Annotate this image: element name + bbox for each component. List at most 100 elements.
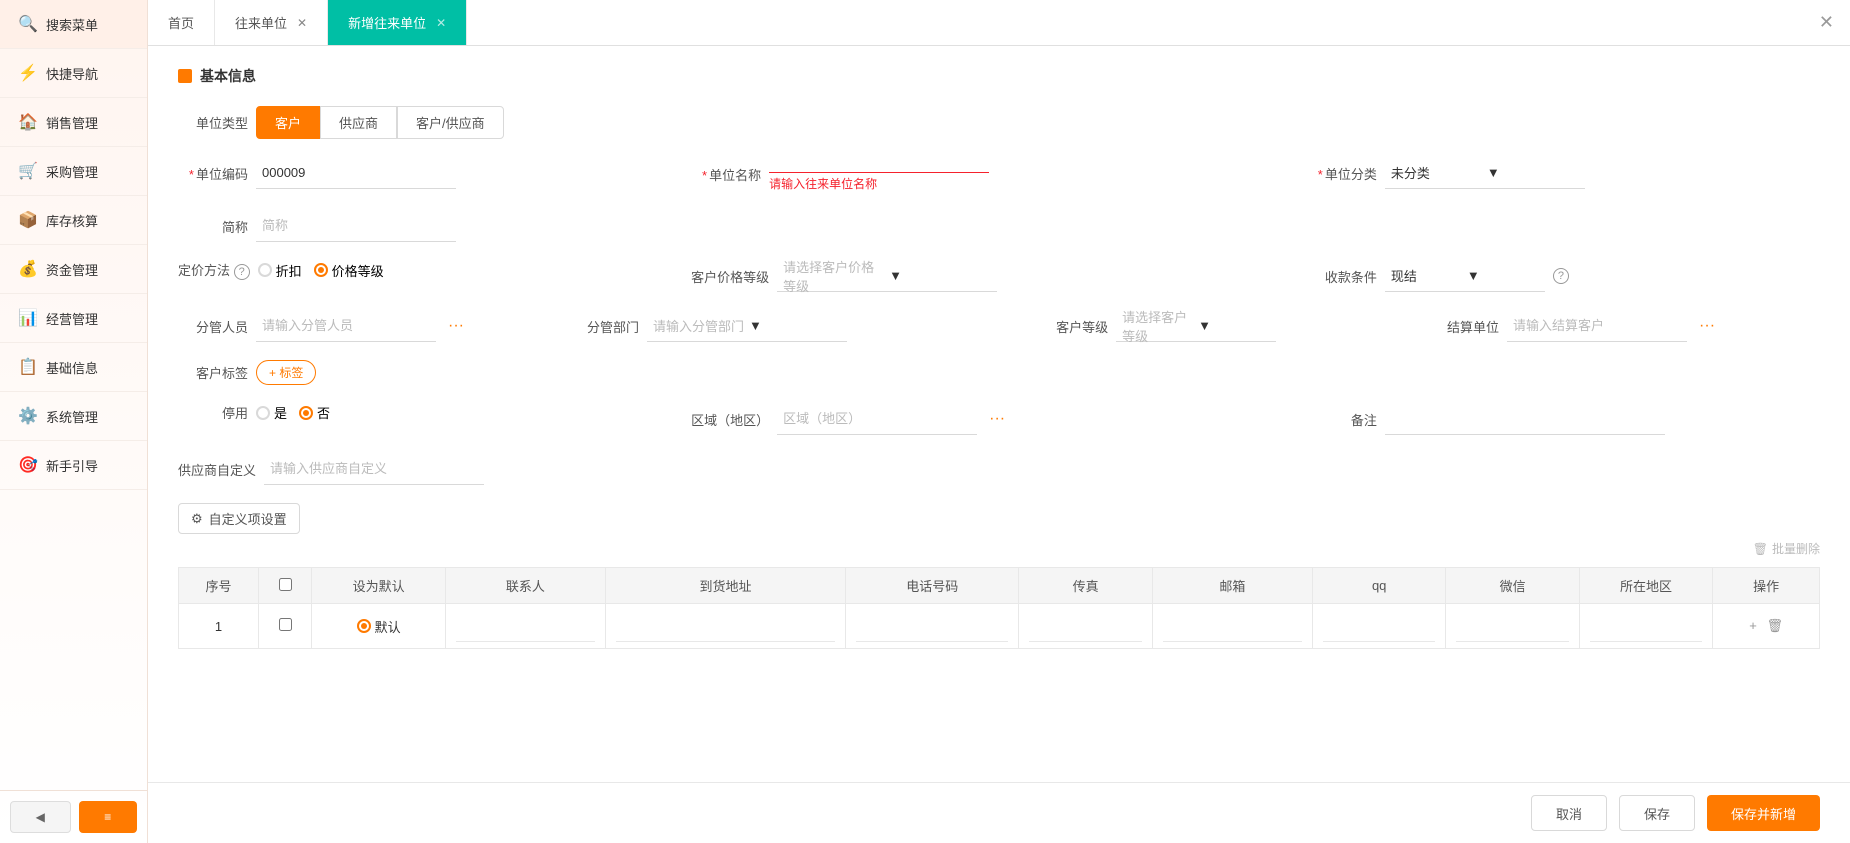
unit-category-label: *单位分类 — [1307, 164, 1377, 183]
section-title: 基本信息 — [200, 66, 256, 86]
pricing-help-icon[interactable]: ? — [234, 264, 250, 280]
search-icon: 🔍 — [18, 14, 38, 34]
main-area: 首页 往来单位 ✕ 新增往来单位 ✕ ✕ 基本信息 单位类型 客户 供应商 客户… — [148, 0, 1850, 843]
sidebar-item-basic-info[interactable]: 📋 基础信息 — [0, 343, 147, 392]
department-select[interactable]: 请输入分管部门 ▼ — [647, 310, 847, 342]
unit-name-input[interactable] — [769, 157, 989, 173]
tab-new-partner-close[interactable]: ✕ — [436, 16, 446, 30]
unit-code-input[interactable] — [256, 157, 456, 189]
customer-tag-row: 客户标签 + 标签 — [178, 360, 1820, 385]
tab-home[interactable]: 首页 — [148, 0, 215, 45]
qq-input[interactable] — [1323, 610, 1435, 642]
add-row-btn[interactable]: + — [1749, 618, 1757, 633]
disabled-field: 停用 是 否 — [178, 403, 691, 422]
customer-price-label: 客户价格等级 — [691, 267, 769, 286]
row-checkbox[interactable] — [279, 618, 292, 631]
contact-input[interactable] — [456, 610, 595, 642]
delete-row-btn[interactable]: 🗑 — [1766, 618, 1783, 633]
section-icon — [178, 69, 192, 83]
customer-level-select[interactable]: 请选择客户等级 ▼ — [1116, 310, 1276, 342]
department-chevron: ▼ — [749, 318, 841, 333]
type-btn-both[interactable]: 客户/供应商 — [397, 106, 504, 139]
remarks-input[interactable] — [1385, 403, 1665, 435]
purchase-icon: 🛒 — [18, 161, 38, 181]
disabled-no-radio[interactable]: 否 — [299, 403, 330, 422]
sidebar-collapse-btn[interactable]: ◀ — [10, 801, 71, 833]
cell-address — [605, 604, 845, 649]
address-input[interactable] — [616, 610, 835, 642]
sidebar-expand-btn[interactable]: ≡ — [79, 801, 138, 833]
customer-level-label: 客户等级 — [1038, 317, 1108, 336]
region-label: 区域（地区） — [691, 410, 769, 429]
sidebar-item-quick-nav[interactable]: ⚡ 快捷导航 — [0, 49, 147, 98]
window-close-btn[interactable]: ✕ — [1803, 12, 1850, 33]
settlement-unit-input[interactable] — [1507, 310, 1687, 342]
customer-price-select[interactable]: 请选择客户价格等级 ▼ — [777, 260, 997, 292]
email-input[interactable] — [1163, 610, 1302, 642]
cell-wechat — [1446, 604, 1579, 649]
quick-nav-icon: ⚡ — [18, 63, 38, 83]
short-name-label: 简称 — [178, 217, 248, 236]
batch-delete-label[interactable]: 批量删除 — [1772, 540, 1820, 557]
unit-category-select[interactable]: 未分类 ▼ — [1385, 157, 1585, 189]
region-more-btn[interactable]: ··· — [985, 410, 1009, 428]
default-radio[interactable]: 默认 — [322, 617, 434, 636]
sidebar-item-operations[interactable]: 📊 经营管理 — [0, 294, 147, 343]
settlement-unit-field: 结算单位 ··· — [1429, 310, 1820, 342]
region-input[interactable] — [777, 403, 977, 435]
customer-price-chevron: ▼ — [889, 268, 991, 283]
batch-delete-icon: 🗑 — [1753, 542, 1768, 556]
col-qq: qq — [1312, 568, 1445, 604]
col-address: 到货地址 — [605, 568, 845, 604]
sidebar-item-guide[interactable]: 🎯 新手引导 — [0, 441, 147, 490]
type-btn-supplier[interactable]: 供应商 — [320, 106, 397, 139]
tab-new-partner[interactable]: 新增往来单位 ✕ — [328, 0, 467, 45]
phone-input[interactable] — [856, 610, 1008, 642]
manager-label: 分管人员 — [178, 317, 248, 336]
pricing-level-radio[interactable]: 价格等级 — [314, 261, 384, 280]
col-seq: 序号 — [179, 568, 259, 604]
manager-more-btn[interactable]: ··· — [444, 317, 468, 335]
wechat-input[interactable] — [1456, 610, 1568, 642]
contacts-table: 序号 设为默认 联系人 到货地址 电话号码 传真 邮箱 qq 微信 所在地区 操… — [178, 567, 1820, 649]
supplier-custom-label: 供应商自定义 — [178, 460, 256, 479]
custom-settings-btn[interactable]: ⚙ 自定义项设置 — [178, 503, 300, 534]
select-all-checkbox[interactable] — [279, 578, 292, 591]
save-button[interactable]: 保存 — [1619, 795, 1695, 831]
payment-terms-select[interactable]: 现结 ▼ — [1385, 260, 1545, 292]
type-btn-customer[interactable]: 客户 — [256, 106, 320, 139]
sidebar-item-search[interactable]: 🔍 搜索菜单 — [0, 0, 147, 49]
fax-input[interactable] — [1029, 610, 1141, 642]
sidebar-item-inventory[interactable]: 📦 库存核算 — [0, 196, 147, 245]
sales-icon: 🏠 — [18, 112, 38, 132]
unit-name-error: 请输入往来单位名称 — [769, 175, 1307, 192]
unit-code-field: *单位编码 — [178, 157, 691, 189]
disabled-yes-radio[interactable]: 是 — [256, 403, 287, 422]
supplier-custom-input[interactable] — [264, 453, 484, 485]
add-tag-btn[interactable]: + 标签 — [256, 360, 316, 385]
col-checkbox — [259, 568, 312, 604]
yes-radio-circle — [256, 406, 270, 420]
unit-name-label: *单位名称 — [691, 165, 761, 184]
tab-partners[interactable]: 往来单位 ✕ — [215, 0, 328, 45]
code-name-category-row: *单位编码 *单位名称 请输入往来单位名称 *单位分类 未分类 — [178, 157, 1820, 192]
pricing-discount-radio[interactable]: 折扣 — [258, 261, 302, 280]
manager-input[interactable] — [256, 310, 436, 342]
sidebar-item-system[interactable]: ⚙️ 系统管理 — [0, 392, 147, 441]
sidebar-item-finance[interactable]: 💰 资金管理 — [0, 245, 147, 294]
sidebar-item-purchase[interactable]: 🛒 采购管理 — [0, 147, 147, 196]
disabled-region-row: 停用 是 否 区域（地区） ··· — [178, 403, 1820, 435]
area-input[interactable] — [1590, 610, 1702, 642]
tab-partners-close[interactable]: ✕ — [297, 16, 307, 30]
unit-type-field: 单位类型 客户 供应商 客户/供应商 — [178, 106, 1820, 139]
tab-bar: 首页 往来单位 ✕ 新增往来单位 ✕ ✕ — [148, 0, 1850, 46]
cell-qq — [1312, 604, 1445, 649]
payment-help-icon[interactable]: ? — [1553, 268, 1569, 284]
short-name-row: 简称 — [178, 210, 1820, 242]
cancel-button[interactable]: 取消 — [1531, 795, 1607, 831]
sidebar-item-sales[interactable]: 🏠 销售管理 — [0, 98, 147, 147]
col-contact: 联系人 — [445, 568, 605, 604]
save-new-button[interactable]: 保存并新增 — [1707, 795, 1820, 831]
settlement-more-btn[interactable]: ··· — [1695, 317, 1719, 335]
short-name-input[interactable] — [256, 210, 456, 242]
